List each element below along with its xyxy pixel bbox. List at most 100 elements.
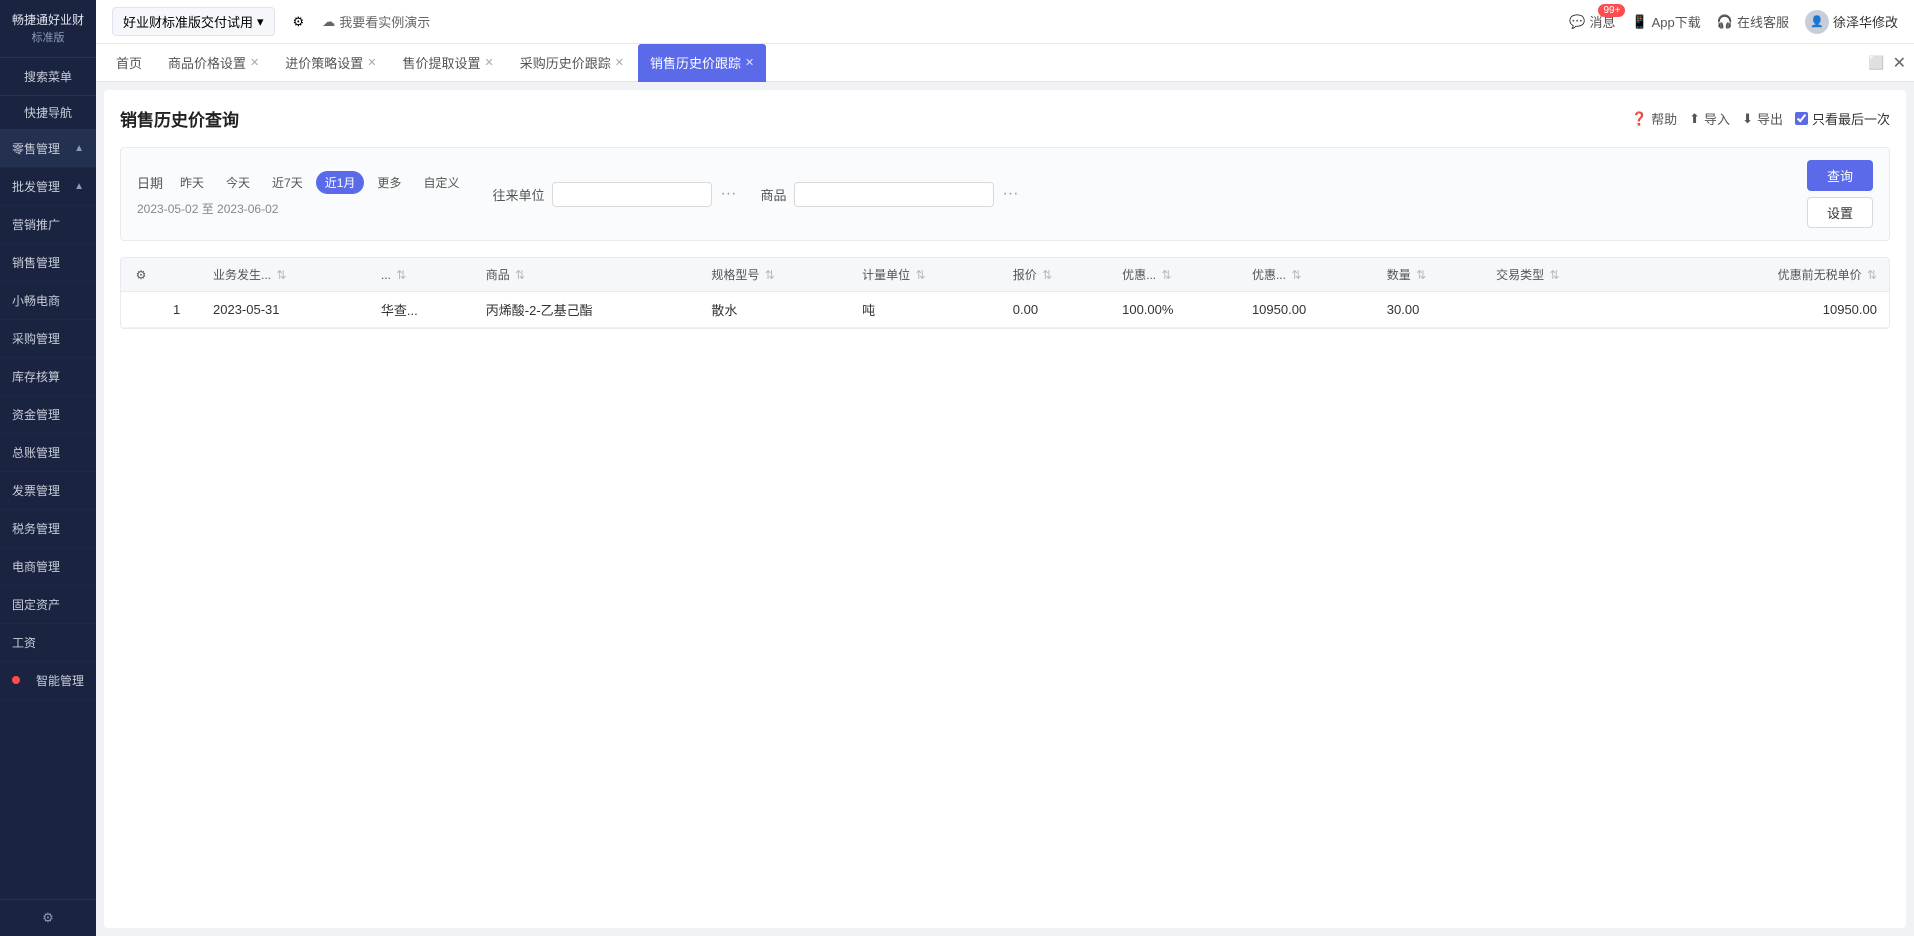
- tab-home[interactable]: 首页: [104, 44, 154, 82]
- close-icon[interactable]: ✕: [250, 56, 259, 69]
- message-button[interactable]: 💬 消息 99+: [1569, 12, 1615, 31]
- date-btn-today[interactable]: 今天: [217, 171, 259, 194]
- only-last-checkbox[interactable]: 只看最后一次: [1795, 109, 1890, 128]
- product-dots[interactable]: ···: [1002, 185, 1018, 203]
- sidebar-item-general-ledger[interactable]: 总账管理: [0, 434, 96, 472]
- tab-purchase-strategy[interactable]: 进价策略设置 ✕: [273, 44, 388, 82]
- sidebar-item-label: 营销推广: [12, 216, 60, 233]
- page-header-actions: ❓ 帮助 ⬆ 导入 ⬇ 导出 只看最后一次: [1631, 109, 1890, 128]
- th-biz-date[interactable]: 业务发生... ⇅: [201, 258, 369, 292]
- company-selector[interactable]: 好业财标准版交付试用 ▾: [112, 7, 275, 36]
- export-label: 导出: [1757, 109, 1783, 128]
- th-index: [161, 258, 201, 292]
- th-gear[interactable]: ⚙: [121, 258, 161, 292]
- close-icon[interactable]: ✕: [615, 56, 624, 69]
- page-title: 销售历史价查询: [120, 106, 239, 131]
- date-btn-yesterday[interactable]: 昨天: [171, 171, 213, 194]
- page-header: 销售历史价查询 ❓ 帮助 ⬆ 导入 ⬇ 导出 只看最后一次: [120, 106, 1890, 131]
- th-unit[interactable]: 计量单位 ⇅: [850, 258, 1001, 292]
- sidebar-item-purchase[interactable]: 采购管理: [0, 320, 96, 358]
- sidebar-settings-button[interactable]: ⚙: [0, 899, 96, 936]
- td-more: 华查...: [369, 292, 474, 328]
- sidebar-item-invoice[interactable]: 发票管理: [0, 472, 96, 510]
- sort-icon: ⇅: [396, 268, 406, 282]
- sidebar-item-payroll[interactable]: 工资: [0, 624, 96, 662]
- close-window-icon[interactable]: ✕: [1893, 53, 1906, 73]
- sidebar-item-label: 智能管理: [36, 672, 84, 689]
- date-btn-1month[interactable]: 近1月: [316, 171, 365, 194]
- sidebar-item-label: 批发管理: [12, 178, 60, 195]
- th-spec[interactable]: 规格型号 ⇅: [699, 258, 850, 292]
- from-unit-dots[interactable]: ···: [720, 185, 736, 203]
- th-product-label: 商品: [486, 268, 510, 282]
- th-trade-type[interactable]: 交易类型 ⇅: [1484, 258, 1635, 292]
- query-button[interactable]: 查询: [1807, 160, 1873, 191]
- app-download-button[interactable]: 📱 App下载: [1631, 12, 1700, 31]
- settings-icon-btn[interactable]: ⚙: [283, 10, 315, 34]
- main-content: 好业财标准版交付试用 ▾ ⚙ ☁ 我要看实例演示 💬 消息 99+ 📱 App下…: [96, 0, 1914, 936]
- tab-product-price[interactable]: 商品价格设置 ✕: [156, 44, 271, 82]
- sidebar-item-tax[interactable]: 税务管理: [0, 510, 96, 548]
- app-download-label: App下载: [1652, 12, 1701, 31]
- close-icon[interactable]: ✕: [485, 56, 494, 69]
- sidebar-item-fixed-assets[interactable]: 固定资产: [0, 586, 96, 624]
- product-label: 商品: [760, 185, 786, 204]
- sort-icon: ⇅: [915, 268, 925, 282]
- sidebar-item-ecommerce-small[interactable]: 小畅电商: [0, 282, 96, 320]
- date-filter-row: 日期 昨天 今天 近7天 近1月 更多 自定义: [137, 171, 468, 194]
- th-qty[interactable]: 数量 ⇅: [1375, 258, 1484, 292]
- td-product: 丙烯酸-2-乙基己酯: [474, 292, 700, 328]
- sort-icon: ⇅: [515, 268, 525, 282]
- chevron-icon: ▲: [74, 181, 84, 192]
- th-discount1[interactable]: 优惠... ⇅: [1110, 258, 1240, 292]
- product-input[interactable]: [794, 182, 994, 207]
- import-button[interactable]: ⬆ 导入: [1689, 109, 1730, 128]
- sidebar-quick-nav[interactable]: 快捷导航: [0, 96, 96, 130]
- gear-icon: ⚙: [42, 910, 54, 925]
- date-label: 日期: [137, 173, 163, 192]
- sidebar-item-finance[interactable]: 资金管理: [0, 396, 96, 434]
- sidebar-item-retail[interactable]: 零售管理 ▲: [0, 130, 96, 168]
- date-btn-custom[interactable]: 自定义: [414, 171, 468, 194]
- th-product[interactable]: 商品 ⇅: [474, 258, 700, 292]
- user-menu-button[interactable]: 👤 徐泽华修改: [1805, 10, 1898, 34]
- date-shortcuts: 昨天 今天 近7天 近1月 更多 自定义: [171, 171, 468, 194]
- export-button[interactable]: ⬇ 导出: [1742, 109, 1783, 128]
- sidebar-item-smart[interactable]: 智能管理: [0, 662, 96, 700]
- th-price[interactable]: 报价 ⇅: [1001, 258, 1110, 292]
- date-btn-more[interactable]: 更多: [368, 171, 410, 194]
- sidebar-item-inventory[interactable]: 库存核算: [0, 358, 96, 396]
- sidebar-item-ecommerce[interactable]: 电商管理: [0, 548, 96, 586]
- help-button[interactable]: ❓ 帮助: [1631, 109, 1677, 128]
- tab-price-extract[interactable]: 售价提取设置 ✕: [390, 44, 505, 82]
- td-index: 1: [161, 292, 201, 328]
- close-icon[interactable]: ✕: [745, 56, 754, 69]
- sidebar-item-wholesale[interactable]: 批发管理 ▲: [0, 168, 96, 206]
- th-more[interactable]: ... ⇅: [369, 258, 474, 292]
- cloud-icon: ☁: [322, 14, 335, 30]
- th-discount2[interactable]: 优惠... ⇅: [1240, 258, 1375, 292]
- table-row[interactable]: 1 2023-05-31 华查... 丙烯酸-2-乙基己酯 散水 吨 0.00 …: [121, 292, 1889, 328]
- sidebar-item-sales[interactable]: 销售管理: [0, 244, 96, 282]
- demo-link[interactable]: ☁ 我要看实例演示: [322, 12, 430, 31]
- sidebar-item-marketing[interactable]: 营销推广: [0, 206, 96, 244]
- sidebar-search[interactable]: 搜索菜单: [0, 58, 96, 96]
- sort-icon: ⇅: [276, 268, 286, 282]
- close-icon[interactable]: ✕: [367, 56, 376, 69]
- th-more-label: ...: [381, 268, 391, 282]
- filter-area: 日期 昨天 今天 近7天 近1月 更多 自定义 2023-05-02 至 202…: [120, 147, 1890, 241]
- date-btn-7days[interactable]: 近7天: [263, 171, 312, 194]
- settings-button[interactable]: 设置: [1807, 197, 1873, 228]
- import-label: 导入: [1704, 109, 1730, 128]
- from-unit-input[interactable]: [552, 182, 712, 207]
- online-service-button[interactable]: 🎧 在线客服: [1717, 12, 1789, 31]
- only-last-input[interactable]: [1795, 112, 1808, 125]
- chevron-icon: ▲: [74, 143, 84, 154]
- page-content: 销售历史价查询 ❓ 帮助 ⬆ 导入 ⬇ 导出 只看最后一次: [104, 90, 1906, 928]
- tab-sales-history[interactable]: 销售历史价跟踪 ✕: [638, 44, 766, 82]
- th-pre-tax-price[interactable]: 优惠前无税单价 ⇅: [1676, 258, 1889, 292]
- sort-icon: ⇅: [1161, 268, 1171, 282]
- maximize-icon[interactable]: ⬜: [1868, 55, 1884, 71]
- gear-icon[interactable]: ⚙: [136, 268, 147, 282]
- tab-purchase-history[interactable]: 采购历史价跟踪 ✕: [508, 44, 636, 82]
